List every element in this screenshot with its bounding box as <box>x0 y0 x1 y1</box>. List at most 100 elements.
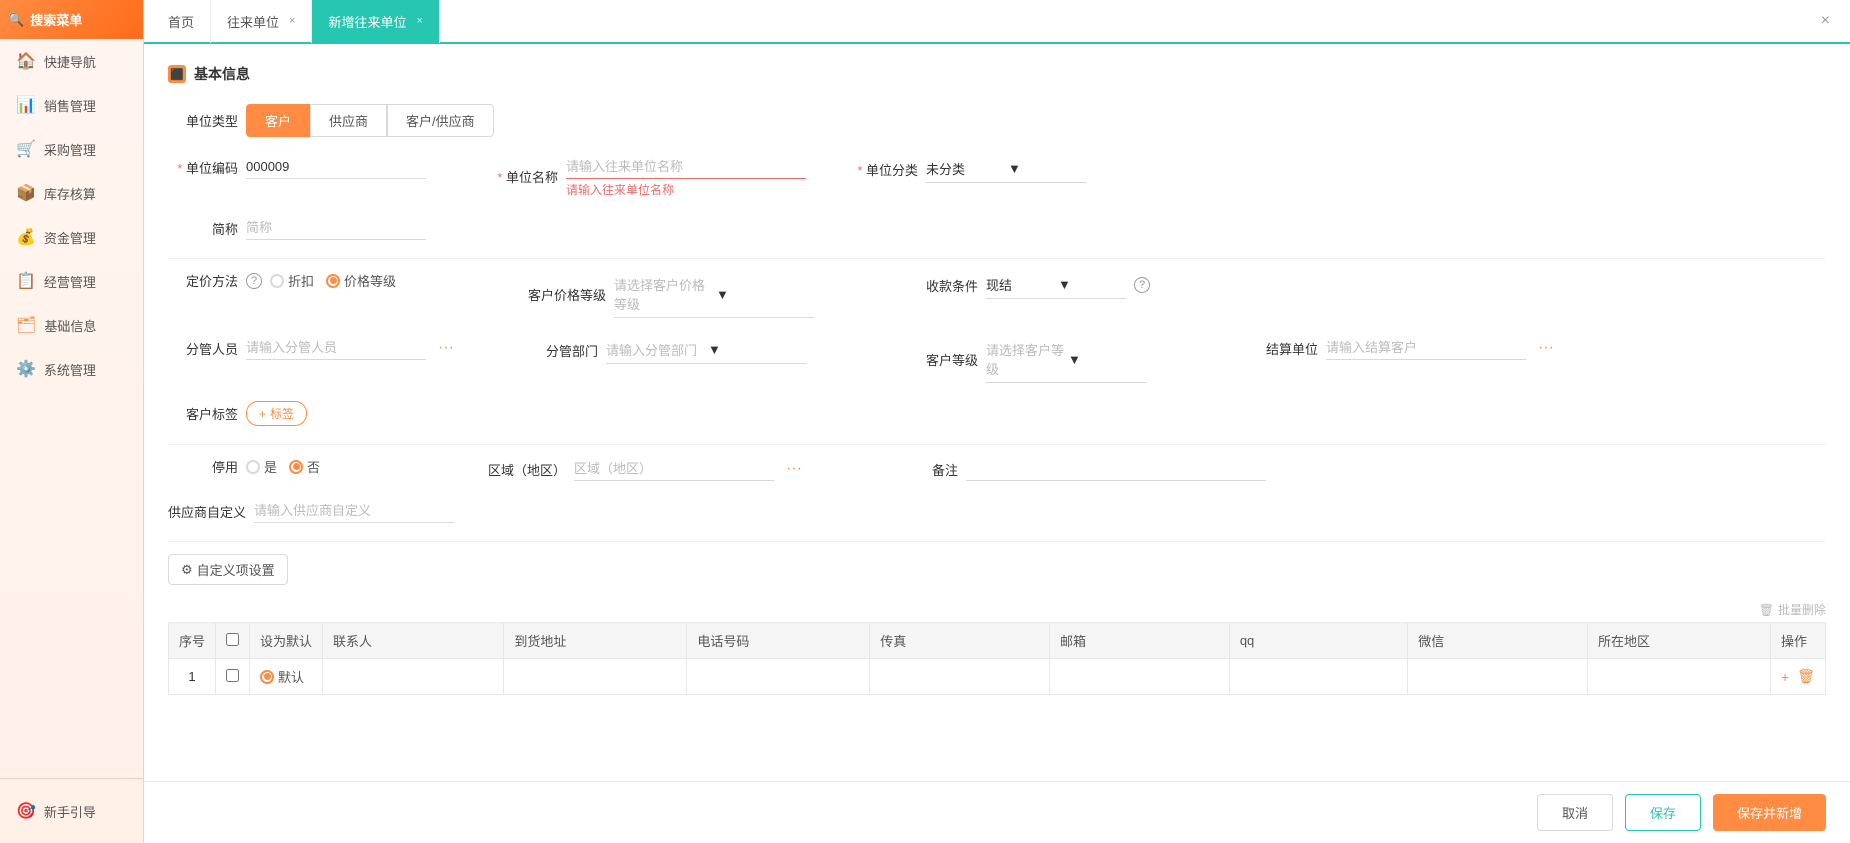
row-fax-cell[interactable] <box>870 659 1050 695</box>
dept-label: 分管部门 <box>528 341 598 360</box>
default-radio-circle <box>260 670 274 684</box>
unit-code-input[interactable] <box>246 155 426 179</box>
pricing-level-radio[interactable]: 价格等级 <box>326 271 396 290</box>
add-row-icon[interactable]: + <box>1781 669 1789 685</box>
col-action: 操作 <box>1770 623 1825 659</box>
select-all-checkbox[interactable] <box>226 633 239 646</box>
chevron-down-icon: ▼ <box>1008 161 1086 176</box>
close-new-counterparty-icon[interactable]: × <box>416 15 422 27</box>
sidebar-item-operations[interactable]: 📋 经营管理 <box>0 259 143 303</box>
section-icon: ⬛ <box>168 65 186 83</box>
qq-input[interactable] <box>1240 669 1397 684</box>
disable-yes-radio[interactable]: 是 <box>246 457 277 476</box>
sidebar-item-label: 采购管理 <box>44 140 96 159</box>
email-input[interactable] <box>1060 669 1219 684</box>
row-qq-cell[interactable] <box>1229 659 1407 695</box>
manager-input[interactable] <box>246 336 426 360</box>
remark-input[interactable] <box>966 457 1266 481</box>
sidebar-item-label: 销售管理 <box>44 96 96 115</box>
sidebar-item-quick-nav[interactable]: 🏠 快捷导航 <box>0 39 143 83</box>
dept-placeholder: 请输入分管部门 <box>606 340 704 359</box>
custom-settings-label: 自定义项设置 <box>197 560 275 579</box>
row-email-cell[interactable] <box>1050 659 1230 695</box>
pricing-help-icon[interactable]: ? <box>246 273 262 289</box>
add-tag-button[interactable]: + 标签 <box>246 401 307 426</box>
row-phone-cell[interactable] <box>687 659 870 695</box>
customer-price-label: 客户价格等级 <box>528 285 606 304</box>
disable-no-circle <box>289 460 303 474</box>
row-contact-cell[interactable] <box>323 659 504 695</box>
unit-category-label: 单位分类 <box>848 160 918 179</box>
plus-icon: + <box>259 407 266 421</box>
row-checkbox-cell <box>216 659 250 695</box>
tab-counterparty[interactable]: 往来单位 × <box>211 0 312 43</box>
sidebar-item-system[interactable]: ⚙️ 系统管理 <box>0 347 143 391</box>
close-all-tabs-icon[interactable]: × <box>1809 12 1842 30</box>
row-region-cell[interactable] <box>1588 659 1771 695</box>
type-btn-both[interactable]: 客户/供应商 <box>387 104 494 137</box>
short-name-input[interactable] <box>246 216 426 240</box>
row-seq: 1 <box>169 659 216 695</box>
type-btn-supplier[interactable]: 供应商 <box>310 104 387 137</box>
region-input[interactable] <box>1598 669 1760 684</box>
manager-more-icon[interactable]: ··· <box>434 339 458 357</box>
sidebar-item-sales[interactable]: 📊 销售管理 <box>0 83 143 127</box>
unit-name-input-group: 请输入往来单位名称 <box>566 155 806 198</box>
level-radio-circle <box>326 274 340 288</box>
tab-home[interactable]: 首页 <box>152 0 211 43</box>
area-more-icon[interactable]: ··· <box>782 460 806 478</box>
address-input[interactable] <box>514 669 676 684</box>
delete-row-icon[interactable]: 🗑 <box>1797 668 1815 685</box>
search-menu[interactable]: 🔍 搜索菜单 <box>0 0 143 39</box>
sidebar-item-inventory[interactable]: 📦 库存核算 <box>0 171 143 215</box>
tag-group: 客户标签 + 标签 <box>168 401 1826 426</box>
sidebar-item-finance[interactable]: 💰 资金管理 <box>0 215 143 259</box>
save-new-button[interactable]: 保存并新增 <box>1713 794 1826 831</box>
short-name-row: 简称 <box>168 216 1826 240</box>
type-btn-customer[interactable]: 客户 <box>246 104 310 137</box>
row-default-cell: 默认 <box>250 659 323 695</box>
payment-help-icon[interactable]: ? <box>1134 277 1150 293</box>
unit-category-select[interactable]: 未分类 ▼ <box>926 155 1086 183</box>
cancel-button[interactable]: 取消 <box>1537 794 1613 831</box>
row-default-radio[interactable]: 默认 <box>260 667 312 686</box>
bottom-action-bar: 取消 保存 保存并新增 <box>144 781 1850 843</box>
dept-select[interactable]: 请输入分管部门 ▼ <box>606 336 806 364</box>
payment-terms-select[interactable]: 现结 ▼ <box>986 271 1126 299</box>
unit-category-value: 未分类 <box>926 159 1004 178</box>
tab-new-counterparty[interactable]: 新增往来单位 × <box>312 0 439 43</box>
col-address: 到货地址 <box>504 623 687 659</box>
row-checkbox[interactable] <box>226 669 239 682</box>
settlement-input[interactable] <box>1326 336 1526 360</box>
sidebar-item-base-info[interactable]: 🗂 基础信息 <box>0 303 143 347</box>
wechat-input[interactable] <box>1418 669 1577 684</box>
area-input[interactable] <box>574 457 774 481</box>
customer-level-label: 客户等级 <box>908 350 978 369</box>
sidebar-item-label: 经营管理 <box>44 272 96 291</box>
contact-input[interactable] <box>333 669 493 684</box>
customer-level-select[interactable]: 请选择客户等级 ▼ <box>986 336 1146 383</box>
sales-icon: 📊 <box>16 95 36 115</box>
pricing-radio-group: 折扣 价格等级 <box>270 271 396 290</box>
chevron-down-icon4: ▼ <box>708 342 806 357</box>
save-button[interactable]: 保存 <box>1625 794 1701 831</box>
custom-settings-button[interactable]: ⚙ 自定义项设置 <box>168 554 288 585</box>
fax-input[interactable] <box>880 669 1039 684</box>
sidebar-item-label: 系统管理 <box>44 360 96 379</box>
sidebar-item-guide[interactable]: 🎯 新手引导 <box>0 789 143 833</box>
close-counterparty-icon[interactable]: × <box>289 15 295 27</box>
disable-no-radio[interactable]: 否 <box>289 457 320 476</box>
customer-price-select[interactable]: 请选择客户价格等级 ▼ <box>614 271 814 318</box>
sidebar-item-purchase[interactable]: 🛒 采购管理 <box>0 127 143 171</box>
search-icon: 🔍 <box>8 12 24 28</box>
row-wechat-cell[interactable] <box>1408 659 1588 695</box>
supplier-custom-input[interactable] <box>254 499 454 523</box>
batch-delete-label[interactable]: 批量删除 <box>1778 601 1826 618</box>
settlement-more-icon[interactable]: ··· <box>1534 339 1558 357</box>
row-address-cell[interactable] <box>504 659 687 695</box>
unit-name-input[interactable] <box>566 155 806 179</box>
unit-type-label: 单位类型 <box>168 111 238 130</box>
pricing-discount-radio[interactable]: 折扣 <box>270 271 314 290</box>
base-info-icon: 🗂 <box>16 315 36 335</box>
phone-input[interactable] <box>697 669 859 684</box>
